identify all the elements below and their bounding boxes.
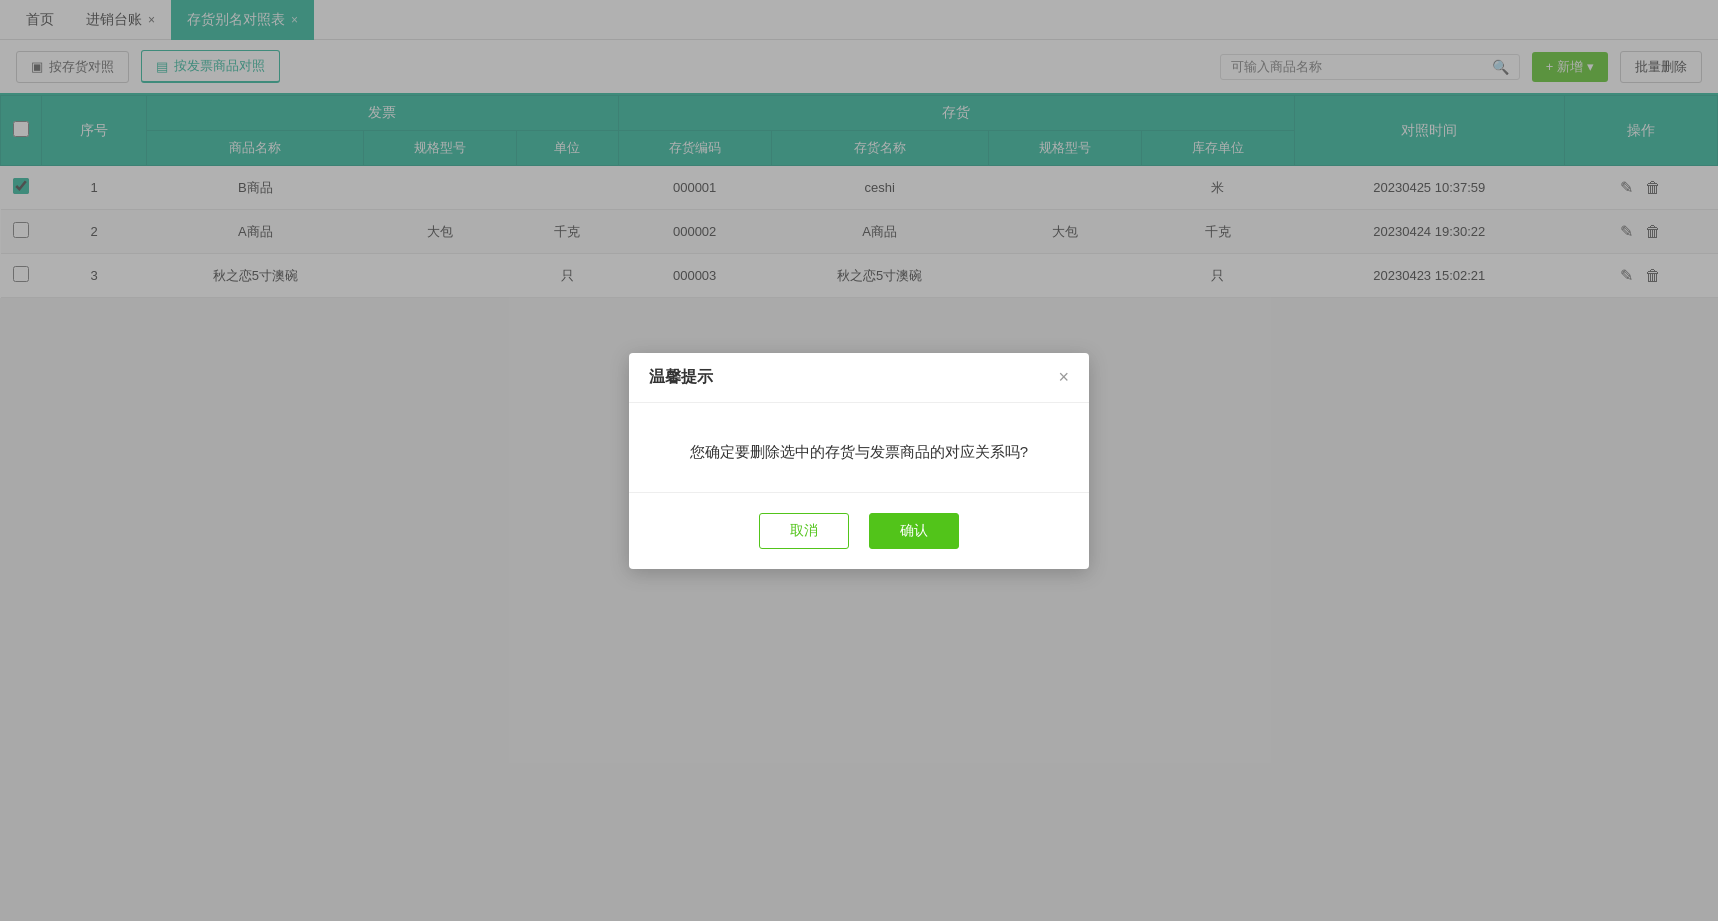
dialog-overlay: 温馨提示 × 您确定要删除选中的存货与发票商品的对应关系吗? 取消 确认 — [0, 0, 1718, 298]
